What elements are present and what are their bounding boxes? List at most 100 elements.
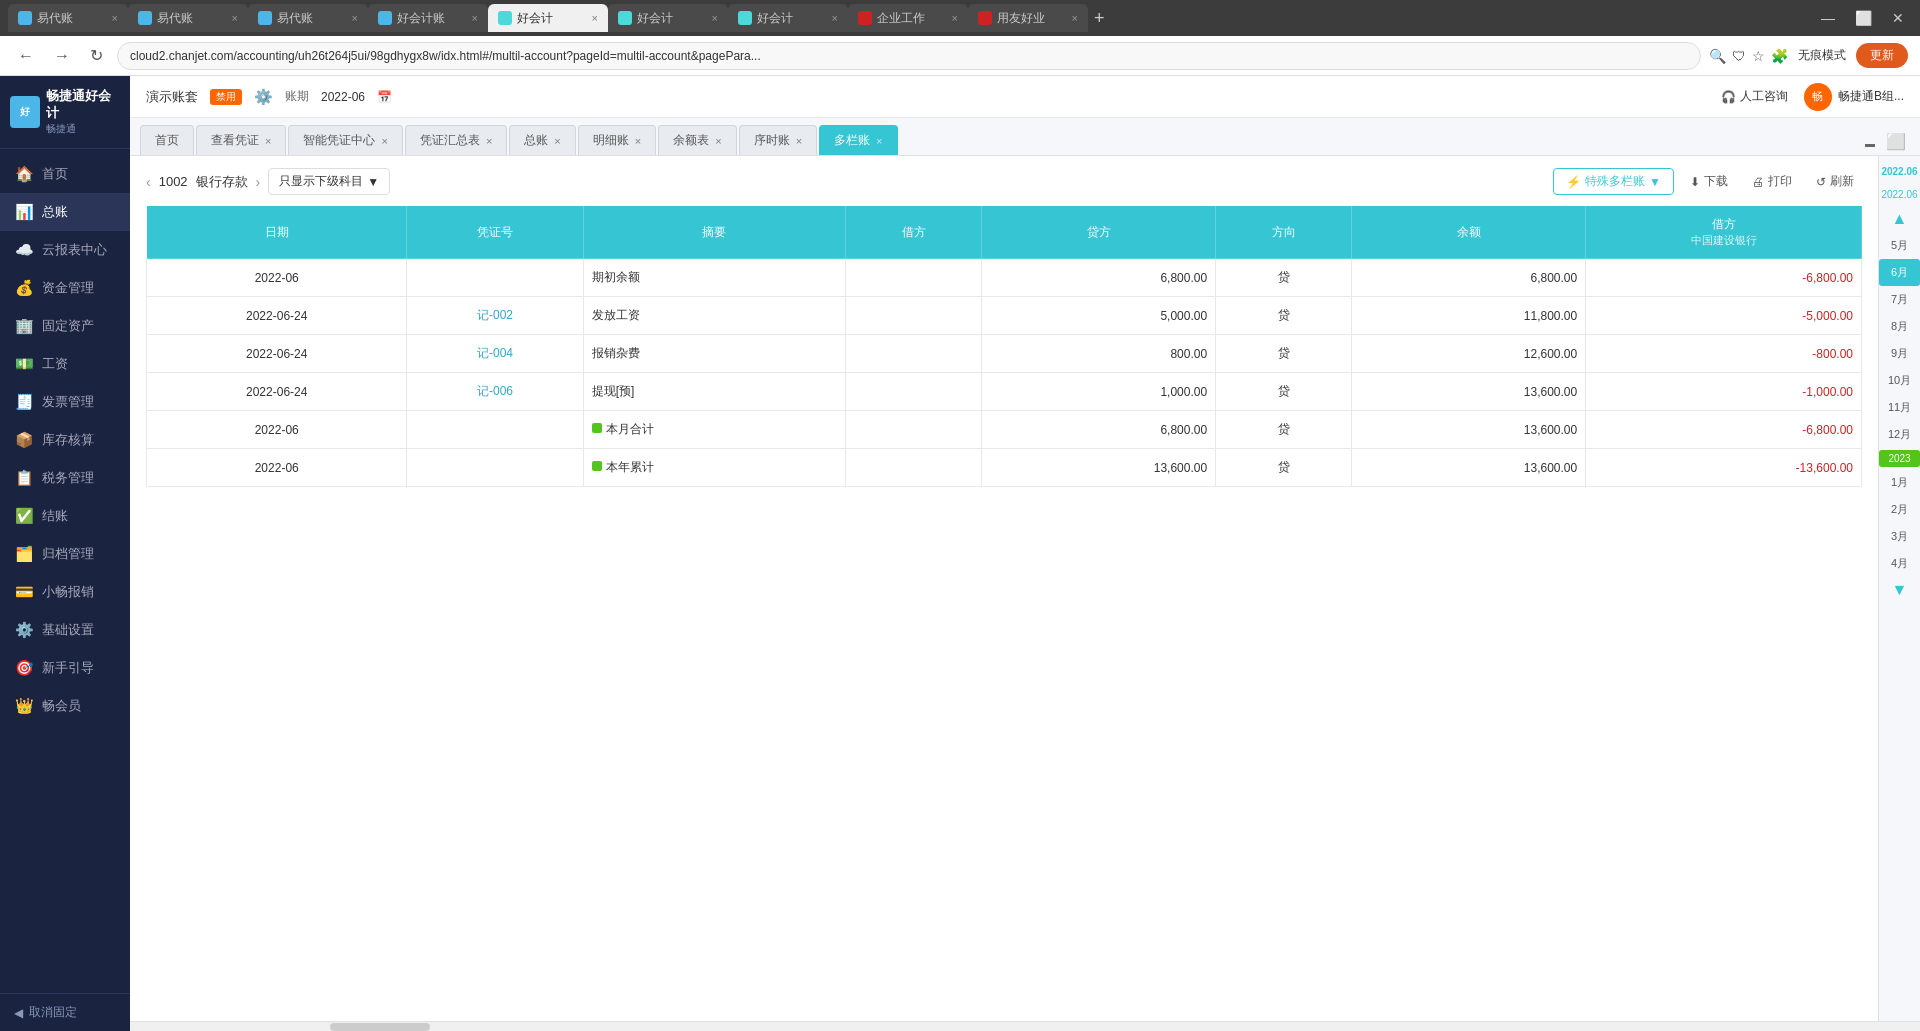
tab-home[interactable]: 首页 (140, 125, 194, 155)
tab-journal-close[interactable]: × (796, 135, 802, 147)
timeline-june-active[interactable]: 6月 (1879, 259, 1920, 286)
sidebar-item-cloud-reports[interactable]: ☁️ 云报表中心 (0, 231, 130, 269)
browser-tab-6[interactable]: 好会计 × (608, 4, 728, 32)
restore-button[interactable]: ⬜ (1847, 8, 1880, 28)
sidebar-item-expense[interactable]: 💳 小畅报销 (0, 573, 130, 611)
horizontal-scrollbar[interactable] (130, 1021, 1920, 1031)
sidebar-item-settings[interactable]: ⚙️ 基础设置 (0, 611, 130, 649)
tab-close-6[interactable]: × (712, 12, 718, 24)
tab-close-5[interactable]: × (592, 12, 598, 24)
timeline-mar[interactable]: 3月 (1879, 523, 1920, 550)
tab-view-voucher-close[interactable]: × (265, 135, 271, 147)
tab-close-4[interactable]: × (472, 12, 478, 24)
expand-tabs-button[interactable]: ⬜ (1882, 128, 1910, 155)
update-button[interactable]: 更新 (1856, 43, 1908, 68)
timeline-scroll-up[interactable]: ▲ (1892, 210, 1908, 228)
tab-journal[interactable]: 序时账 × (739, 125, 817, 155)
tab-multi-column-close[interactable]: × (876, 135, 882, 147)
filter-dropdown[interactable]: 只显示下级科目 ▼ (268, 168, 390, 195)
sidebar-item-closing[interactable]: ✅ 结账 (0, 497, 130, 535)
timeline-apr[interactable]: 4月 (1879, 550, 1920, 577)
back-button[interactable]: ← (12, 45, 40, 67)
scrollbar-thumb[interactable] (330, 1023, 430, 1031)
timeline-active-row2[interactable]: 2022.06 (1879, 183, 1920, 206)
timeline-december[interactable]: 12月 (1879, 421, 1920, 448)
table-cell[interactable]: 记-004 (407, 335, 583, 373)
sidebar-item-invoice[interactable]: 🧾 发票管理 (0, 383, 130, 421)
collapse-tabs-button[interactable]: 🗕 (1858, 129, 1882, 155)
consultant-button[interactable]: 🎧 人工咨询 (1721, 88, 1788, 105)
table-cell[interactable]: 记-006 (407, 373, 583, 411)
tab-multi-column[interactable]: 多栏账 × (819, 125, 897, 155)
tab-close-3[interactable]: × (352, 12, 358, 24)
sidebar-item-ledger[interactable]: 📊 总账 (0, 193, 130, 231)
sidebar-item-assets[interactable]: 🏢 固定资产 (0, 307, 130, 345)
timeline-october[interactable]: 10月 (1879, 367, 1920, 394)
timeline-scroll-down[interactable]: ▼ (1892, 581, 1908, 599)
tab-close-7[interactable]: × (832, 12, 838, 24)
table-cell[interactable]: 记-002 (407, 297, 583, 335)
browser-tab-8[interactable]: 企业工作 × (848, 4, 968, 32)
tab-voucher-summary[interactable]: 凭证汇总表 × (405, 125, 507, 155)
timeline-november[interactable]: 11月 (1879, 394, 1920, 421)
timeline-august[interactable]: 8月 (1879, 313, 1920, 340)
timeline-active-row1[interactable]: 2022.06 (1879, 160, 1920, 183)
browser-tab-3[interactable]: 易代账 × (248, 4, 368, 32)
extensions-icon[interactable]: 🧩 (1771, 48, 1788, 64)
refresh-button[interactable]: ↺ 刷新 (1808, 168, 1862, 195)
special-multi-button[interactable]: ⚡ 特殊多栏账 ▼ (1553, 168, 1674, 195)
table-scroll-area[interactable]: 日期 凭证号 摘要 借方 贷方 方向 余额 借方 中国建设银行 (146, 205, 1862, 1009)
print-button[interactable]: 🖨 打印 (1744, 168, 1800, 195)
tab-detail-ledger-close[interactable]: × (635, 135, 641, 147)
browser-tab-5[interactable]: 好会计 × (488, 4, 608, 32)
tab-voucher-summary-close[interactable]: × (486, 135, 492, 147)
download-button[interactable]: ⬇ 下载 (1682, 168, 1736, 195)
timeline-feb[interactable]: 2月 (1879, 496, 1920, 523)
calendar-icon[interactable]: 📅 (377, 90, 392, 104)
tab-detail-ledger[interactable]: 明细账 × (578, 125, 656, 155)
sidebar-item-payroll[interactable]: 💵 工资 (0, 345, 130, 383)
browser-tab-7[interactable]: 好会计 × (728, 4, 848, 32)
timeline-year-2023[interactable]: 2023 (1879, 450, 1920, 467)
minimize-button[interactable]: — (1813, 8, 1843, 28)
user-avatar[interactable]: 畅 畅捷通B组... (1804, 83, 1904, 111)
timeline-july[interactable]: 7月 (1879, 286, 1920, 313)
timeline-september[interactable]: 9月 (1879, 340, 1920, 367)
tab-general-ledger[interactable]: 总账 × (509, 125, 575, 155)
tab-close-8[interactable]: × (952, 12, 958, 24)
new-tab-button[interactable]: + (1088, 8, 1111, 29)
tab-close-9[interactable]: × (1072, 12, 1078, 24)
tab-view-voucher[interactable]: 查看凭证 × (196, 125, 286, 155)
bookmark-icon[interactable]: ☆ (1752, 48, 1765, 64)
browser-tab-9[interactable]: 用友好业 × (968, 4, 1088, 32)
account-next-button[interactable]: › (256, 174, 261, 190)
forward-button[interactable]: → (48, 45, 76, 67)
browser-tab-4[interactable]: 好会计账 × (368, 4, 488, 32)
tab-smart-voucher-close[interactable]: × (381, 135, 387, 147)
search-icon[interactable]: 🔍 (1709, 48, 1726, 64)
browser-tab-2[interactable]: 易代账 × (128, 4, 248, 32)
sidebar-item-funds[interactable]: 💰 资金管理 (0, 269, 130, 307)
tab-smart-voucher[interactable]: 智能凭证中心 × (288, 125, 402, 155)
unpin-button[interactable]: ◀ 取消固定 (14, 1004, 116, 1021)
sidebar-item-guide[interactable]: 🎯 新手引导 (0, 649, 130, 687)
sidebar-item-inventory[interactable]: 📦 库存核算 (0, 421, 130, 459)
url-input[interactable] (117, 42, 1701, 70)
tab-general-ledger-close[interactable]: × (554, 135, 560, 147)
shield-icon[interactable]: 🛡 (1732, 48, 1746, 64)
settings-gear-icon[interactable]: ⚙️ (254, 88, 273, 106)
sidebar-item-home[interactable]: 🏠 首页 (0, 155, 130, 193)
sidebar-item-tax[interactable]: 📋 税务管理 (0, 459, 130, 497)
tab-balance-sheet-close[interactable]: × (715, 135, 721, 147)
browser-tab-1[interactable]: 易代账 × (8, 4, 128, 32)
tab-close-1[interactable]: × (112, 12, 118, 24)
sidebar-item-membership[interactable]: 👑 畅会员 (0, 687, 130, 725)
reload-button[interactable]: ↻ (84, 44, 109, 67)
tab-close-2[interactable]: × (232, 12, 238, 24)
account-prev-button[interactable]: ‹ (146, 174, 151, 190)
tab-balance-sheet[interactable]: 余额表 × (658, 125, 736, 155)
close-button[interactable]: ✕ (1884, 8, 1912, 28)
timeline-jan[interactable]: 1月 (1879, 469, 1920, 496)
sidebar-item-archive[interactable]: 🗂️ 归档管理 (0, 535, 130, 573)
timeline-may[interactable]: 5月 (1879, 232, 1920, 259)
